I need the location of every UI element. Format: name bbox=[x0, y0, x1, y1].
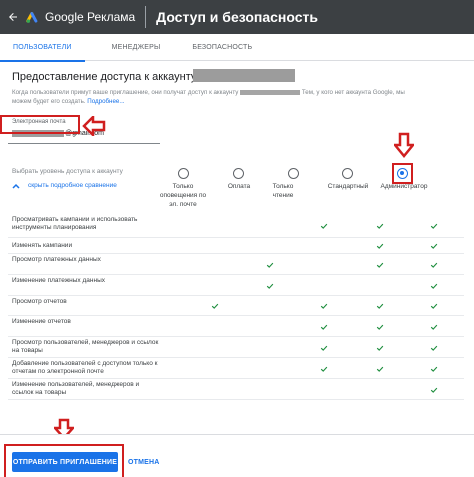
permission-table: Просматривать кампании и использовать ин… bbox=[8, 214, 464, 400]
google-ads-logo bbox=[26, 12, 38, 23]
check-icon bbox=[376, 262, 384, 268]
radio-email-only[interactable] bbox=[178, 168, 189, 179]
check-icon bbox=[376, 303, 384, 309]
arrow-left-icon bbox=[9, 13, 17, 21]
check-icon bbox=[430, 223, 438, 229]
column-standard: Стандартный bbox=[327, 183, 369, 190]
send-invitation-button[interactable]: ОТПРАВИТЬ ПРИГЛАШЕНИЕ bbox=[12, 452, 118, 472]
check-icon bbox=[266, 283, 274, 289]
tab-bar: ПОЛЬЗОВАТЕЛИ МЕНЕДЖЕРЫ БЕЗОПАСНОСТЬ bbox=[0, 34, 474, 62]
check-icon bbox=[430, 366, 438, 372]
check-icon bbox=[376, 366, 384, 372]
table-row: Изменение отчетов bbox=[8, 316, 464, 337]
tab-managers[interactable]: МЕНЕДЖЕРЫ bbox=[99, 34, 174, 61]
check-icon bbox=[320, 345, 328, 351]
permission-label: Просмотр отчетов bbox=[12, 298, 67, 305]
permission-label: Изменение пользователей, менеджеров и сс… bbox=[12, 381, 140, 396]
check-icon bbox=[266, 262, 274, 268]
permission-label: Просматривать кампании и использовать ин… bbox=[12, 216, 138, 231]
table-row: Изменение пользователей, менеджеров и сс… bbox=[8, 379, 464, 400]
compare-toggle-label: скрыть подробное сравнение bbox=[28, 182, 117, 189]
compare-toggle[interactable]: скрыть подробное сравнение bbox=[12, 182, 117, 189]
check-icon bbox=[376, 223, 384, 229]
chevron-up-icon bbox=[12, 183, 22, 189]
check-icon bbox=[430, 243, 438, 249]
intro-text: Когда пользователи примут ваше приглашен… bbox=[12, 88, 422, 106]
table-row: Просмотр пользователей, менеджеров и ссы… bbox=[8, 337, 464, 358]
check-icon bbox=[376, 324, 384, 330]
redacted-account-name bbox=[193, 69, 295, 82]
table-row: Просмотр платежных данных bbox=[8, 254, 464, 275]
tab-security[interactable]: БЕЗОПАСНОСТЬ bbox=[179, 34, 265, 61]
permission-label: Просмотр платежных данных bbox=[12, 256, 101, 263]
column-billing: Оплата bbox=[227, 183, 251, 190]
intro-text-part1: Когда пользователи примут ваше приглашен… bbox=[12, 89, 239, 96]
annotation-box-admin bbox=[392, 163, 413, 184]
intro-text-part3: можем будет его создать. bbox=[12, 98, 86, 105]
column-read-only: Только чтение bbox=[272, 183, 294, 199]
check-icon bbox=[430, 387, 438, 393]
annotation-arrow-down-icon bbox=[394, 132, 414, 158]
check-icon bbox=[320, 303, 328, 309]
tab-users[interactable]: ПОЛЬЗОВАТЕЛИ bbox=[0, 34, 85, 62]
check-icon bbox=[430, 283, 438, 289]
check-icon bbox=[376, 345, 384, 351]
redacted-inline bbox=[240, 89, 301, 95]
permission-label: Изменять кампании bbox=[12, 242, 73, 249]
cancel-button[interactable]: ОТМЕНА bbox=[128, 452, 160, 472]
check-icon bbox=[376, 243, 384, 249]
permission-label: Изменение платежных данных bbox=[12, 277, 105, 284]
check-icon bbox=[320, 366, 328, 372]
check-icon bbox=[430, 262, 438, 268]
form-footer: ОТПРАВИТЬ ПРИГЛАШЕНИЕ ОТМЕНА bbox=[0, 434, 474, 477]
radio-standard[interactable] bbox=[342, 168, 353, 179]
intro-text-part2: Тем, у кого нет аккаунта Google, мы bbox=[301, 89, 405, 96]
table-row: Изменение платежных данных bbox=[8, 275, 464, 296]
check-icon bbox=[430, 303, 438, 309]
table-row: Добавление пользователей с доступом толь… bbox=[8, 358, 464, 379]
table-row: Просматривать кампании и использовать ин… bbox=[8, 214, 464, 238]
check-icon bbox=[211, 303, 219, 309]
column-email-only: Только оповещения по эл. почте bbox=[159, 183, 207, 208]
table-row: Изменять кампании bbox=[8, 238, 464, 254]
check-icon bbox=[430, 345, 438, 351]
radio-read-only[interactable] bbox=[288, 168, 299, 179]
check-icon bbox=[320, 324, 328, 330]
header-divider bbox=[145, 6, 147, 28]
column-admin: Администратор bbox=[380, 183, 428, 190]
access-level-label: Выбрать уровень доступа к аккаунту bbox=[12, 168, 123, 175]
radio-billing[interactable] bbox=[233, 168, 244, 179]
learn-more-link[interactable]: Подробнее... bbox=[87, 98, 124, 105]
invite-form: Предоставление доступа к аккаунту Когда … bbox=[0, 62, 474, 434]
permission-label: Просмотр пользователей, менеджеров и ссы… bbox=[12, 339, 159, 354]
annotation-box-email bbox=[0, 115, 80, 134]
top-bar: Google Реклама Доступ и безопасность bbox=[0, 0, 474, 34]
permission-label: Добавление пользователей с доступом толь… bbox=[12, 360, 158, 375]
page: Google Реклама Доступ и безопасность ПОЛ… bbox=[0, 0, 474, 477]
permission-label: Изменение отчетов bbox=[12, 318, 71, 325]
form-heading: Предоставление доступа к аккаунту bbox=[12, 71, 197, 83]
page-title: Доступ и безопасность bbox=[156, 9, 318, 25]
table-row: Просмотр отчетов bbox=[8, 296, 464, 316]
back-button[interactable] bbox=[0, 0, 26, 34]
annotation-arrow-left-icon bbox=[82, 116, 106, 136]
brand-name: Google Реклама bbox=[45, 10, 136, 24]
check-icon bbox=[320, 223, 328, 229]
check-icon bbox=[430, 324, 438, 330]
